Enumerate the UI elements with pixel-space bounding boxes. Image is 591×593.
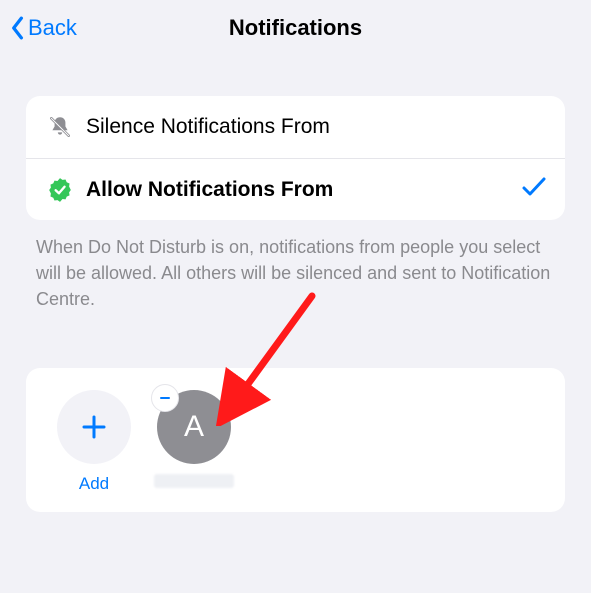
notification-mode-card: Silence Notifications From Allow Notific… (26, 96, 565, 220)
bell-slash-icon (44, 114, 76, 140)
plus-icon (79, 412, 109, 442)
option-silence-label: Silence Notifications From (86, 115, 547, 139)
people-card: Add A (26, 368, 565, 512)
badge-check-icon (44, 177, 76, 203)
chevron-left-icon (10, 16, 24, 40)
option-silence[interactable]: Silence Notifications From (26, 96, 565, 158)
avatar-initial: A (184, 410, 204, 444)
option-allow-label: Allow Notifications From (86, 178, 521, 202)
section-footer-text: When Do Not Disturb is on, notifications… (36, 234, 555, 312)
back-label: Back (28, 15, 77, 41)
back-button[interactable]: Back (10, 0, 77, 56)
minus-icon (158, 391, 172, 405)
contact-item[interactable]: A (144, 390, 244, 494)
nav-bar: Back Notifications (0, 0, 591, 56)
add-person-button[interactable]: Add (44, 390, 144, 494)
add-label: Add (79, 474, 109, 494)
checkmark-icon (521, 176, 547, 203)
option-allow[interactable]: Allow Notifications From (26, 158, 565, 220)
add-circle (57, 390, 131, 464)
contact-name-redacted (154, 474, 234, 488)
page-title: Notifications (229, 15, 362, 41)
